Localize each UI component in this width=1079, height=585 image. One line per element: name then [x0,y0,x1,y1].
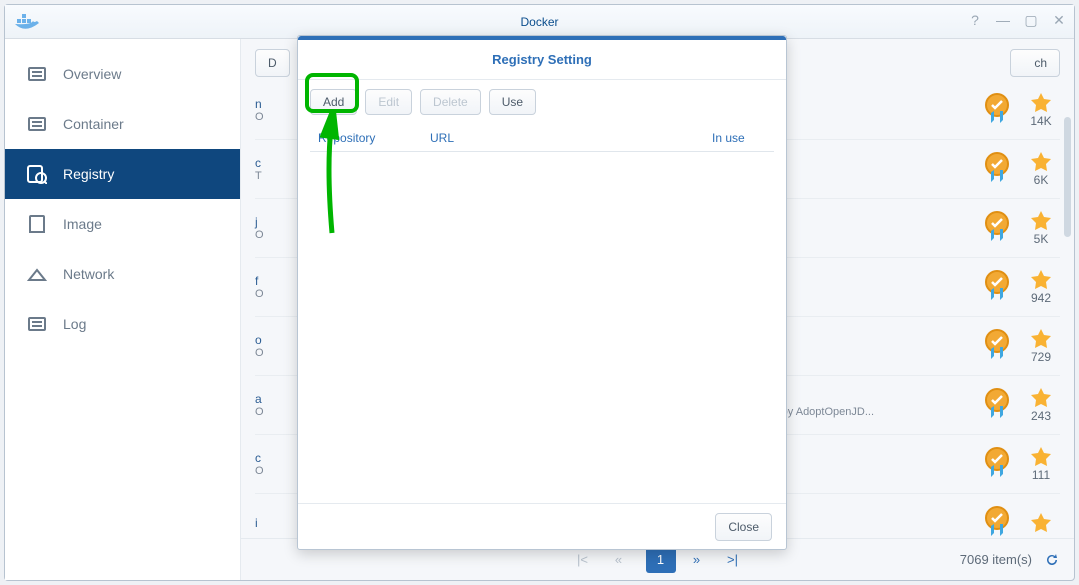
col-in-use[interactable]: In use [712,131,774,145]
scrollbar-thumb[interactable] [1064,117,1071,237]
download-button[interactable]: D [255,49,290,77]
sidebar-item-label: Overview [63,66,121,82]
star-count: 111 [1032,468,1050,482]
verified-badge-icon [984,388,1010,422]
star-icon [1030,92,1052,114]
modal-body: Repository URL In use [298,124,786,503]
star-icon [1030,151,1052,173]
modal-toolbar: Add Edit Delete Use [298,80,786,124]
edit-button[interactable]: Edit [365,89,412,115]
star-count: 942 [1031,291,1051,305]
star-icon [1030,269,1052,291]
verified-badge-icon [984,506,1010,538]
log-icon [27,314,47,334]
item-count: 7069 item(s) [960,552,1032,567]
pager-prev-icon[interactable]: « [604,547,634,573]
docker-window: Docker ? — ▢ ✕ Overview Container Regist… [4,4,1075,581]
col-repository[interactable]: Repository [310,131,430,145]
verified-badge-icon [984,447,1010,481]
verified-badge-icon [984,270,1010,304]
pager-next-icon[interactable]: » [682,547,712,573]
use-button[interactable]: Use [489,89,536,115]
star-count: 243 [1031,409,1051,423]
pager-last-icon[interactable]: >| [718,547,748,573]
sidebar-item-label: Container [63,116,124,132]
docker-logo-icon [15,11,41,31]
sidebar-item-overview[interactable]: Overview [5,49,240,99]
registry-icon [27,164,47,184]
star-icon [1030,446,1052,468]
sidebar-item-label: Image [63,216,102,232]
verified-badge-icon [984,93,1010,127]
verified-badge-icon [984,329,1010,363]
table-header: Repository URL In use [310,124,774,152]
pager-first-icon[interactable]: |< [568,547,598,573]
sidebar-item-network[interactable]: Network [5,249,240,299]
verified-badge-icon [984,211,1010,245]
sidebar-item-container[interactable]: Container [5,99,240,149]
network-icon [27,264,47,284]
sidebar-item-log[interactable]: Log [5,299,240,349]
star-icon [1030,328,1052,350]
titlebar: Docker ? — ▢ ✕ [5,5,1074,39]
pager: |< « 1 » >| [568,547,748,573]
close-button[interactable]: Close [715,513,772,541]
window-controls: ? — ▢ ✕ [966,11,1068,29]
sidebar-item-label: Registry [63,166,114,182]
col-url[interactable]: URL [430,131,712,145]
sidebar: Overview Container Registry Image Ne [5,39,241,580]
sidebar-item-label: Log [63,316,86,332]
star-count: 14K [1030,114,1051,128]
sidebar-item-label: Network [63,266,114,282]
image-icon [27,214,47,234]
search-button[interactable]: ch [1010,49,1060,77]
star-count: 729 [1031,350,1051,364]
close-icon[interactable]: ✕ [1050,11,1068,29]
add-button[interactable]: Add [310,89,357,115]
modal-footer: Close [298,503,786,549]
window-title: Docker [520,15,558,29]
star-icon [1030,387,1052,409]
overview-icon [27,64,47,84]
minimize-icon[interactable]: — [994,11,1012,29]
container-icon [27,114,47,134]
star-count: 5K [1034,232,1049,246]
star-icon [1030,512,1052,534]
verified-badge-icon [984,152,1010,186]
modal-title: Registry Setting [298,40,786,80]
sidebar-item-image[interactable]: Image [5,199,240,249]
refresh-icon[interactable] [1044,552,1060,568]
sidebar-item-registry[interactable]: Registry [5,149,240,199]
delete-button[interactable]: Delete [420,89,481,115]
pager-page[interactable]: 1 [646,547,676,573]
help-icon[interactable]: ? [966,11,984,29]
registry-settings-modal: Registry Setting Add Edit Delete Use Rep… [297,35,787,550]
star-count: 6K [1034,173,1049,187]
star-icon [1030,210,1052,232]
maximize-icon[interactable]: ▢ [1022,11,1040,29]
